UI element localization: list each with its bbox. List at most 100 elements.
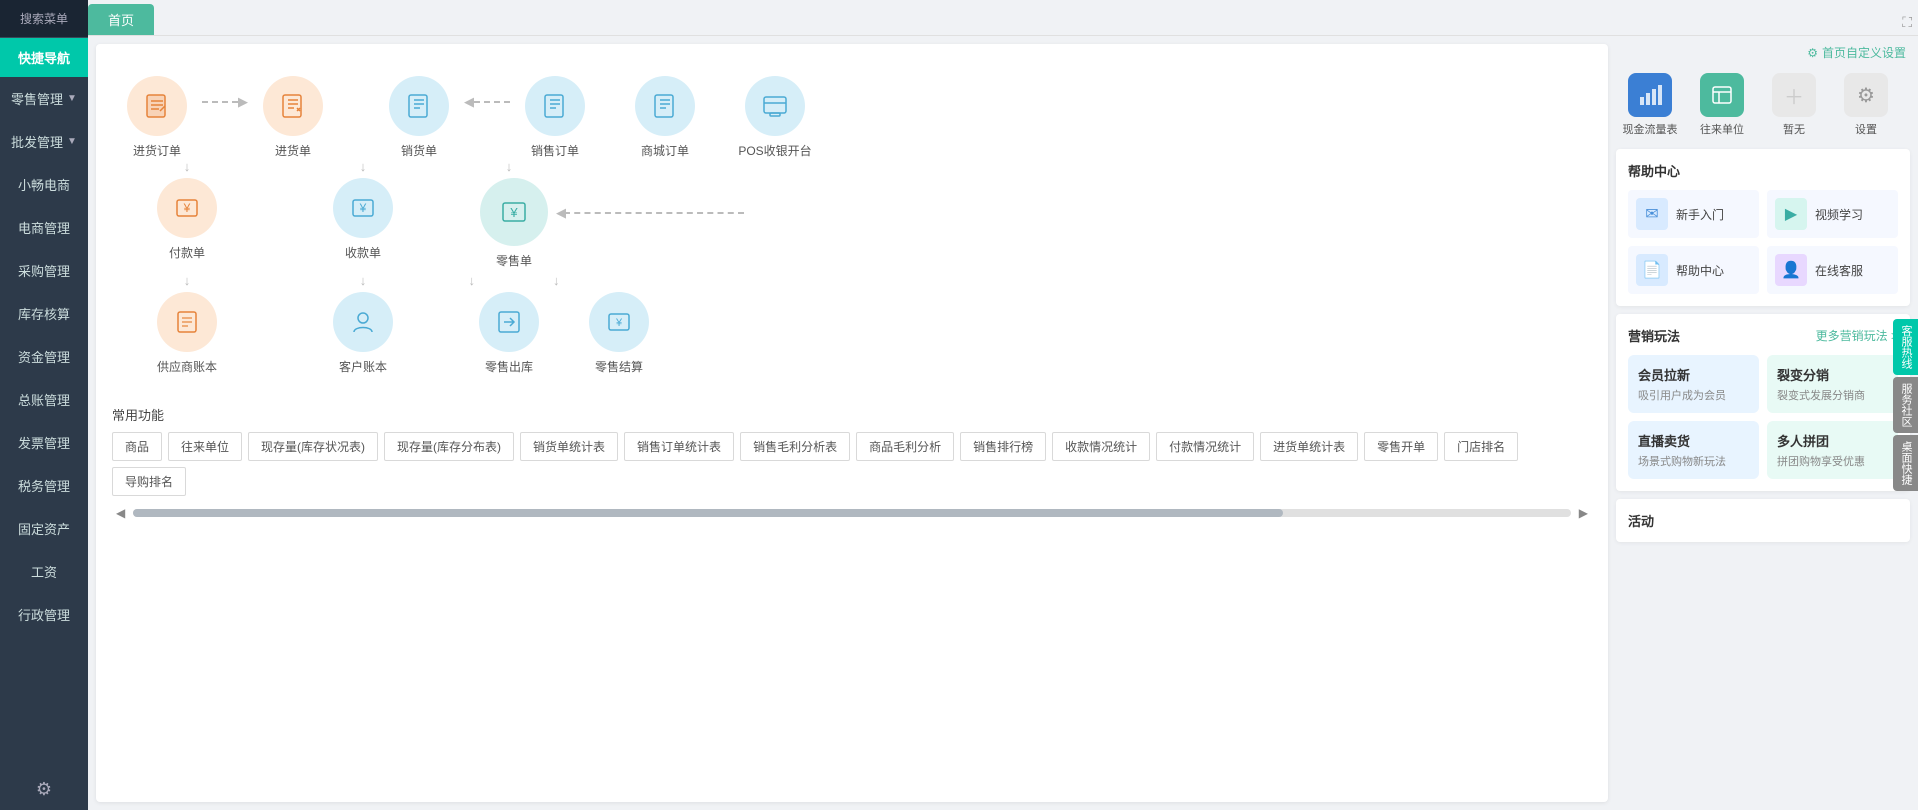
node-retail-bill[interactable]: ¥ 零售单 [464,178,564,269]
quick-icon-cashflow[interactable]: 现金流量表 [1620,73,1680,137]
node-mall-order[interactable]: 商城订单 [620,76,710,159]
func-btn-sales-stat[interactable]: 销货单统计表 [520,432,618,461]
scroll-thumb [133,509,1283,517]
sales-bill-icon [389,76,449,136]
svg-text:¥: ¥ [359,201,367,215]
right-panel: ⚙ 首页自定义设置 现金流量表 [1608,36,1918,810]
help-item-service[interactable]: 👤 在线客服 [1767,246,1898,294]
help-title: 帮助中心 [1628,161,1898,180]
sidebar-item-ecommerce[interactable]: 电商管理 [0,206,88,249]
sidebar-item-fixed-assets[interactable]: 固定资产 [0,507,88,550]
float-btn-desktop[interactable]: 桌面快捷 [1893,435,1918,491]
node-receipt[interactable]: ¥ 收款单 [318,178,408,261]
purchase-bill-icon [263,76,323,136]
node-pos[interactable]: POS收银开台 [730,76,820,159]
func-btn-inventory-status[interactable]: 现存量(库存状况表) [248,432,378,461]
sidebar-item-purchase[interactable]: 采购管理 [0,249,88,292]
help-grid: ✉ 新手入门 ▶ 视频学习 📄 帮助中心 👤 在线客服 [1628,190,1898,294]
svg-text:¥: ¥ [183,201,191,215]
marketing-more-link[interactable]: 更多营销玩法 > [1816,327,1898,344]
marketing-title: 营销玩法 [1628,326,1680,345]
chevron-down-icon: ▼ [67,93,77,104]
scroll-left-btn[interactable]: ◀ [112,506,129,520]
func-btn-retail-order[interactable]: 零售开单 [1364,432,1438,461]
sidebar-item-ledger[interactable]: 总账管理 [0,378,88,421]
func-btn-guide-rank[interactable]: 导购排名 [112,467,186,496]
arrow-po-pb: ▶ [202,94,248,110]
video-label: 视频学习 [1815,206,1863,223]
payment-icon: ¥ [157,178,217,238]
func-btn-sales-rank[interactable]: 销售排行榜 [960,432,1046,461]
scrollbar: ◀ ▶ [112,506,1592,520]
cashflow-label: 现金流量表 [1623,121,1678,137]
func-btn-purchase-stat[interactable]: 进货单统计表 [1260,432,1358,461]
func-btn-sales-gross[interactable]: 销售毛利分析表 [740,432,850,461]
mall-order-icon [635,76,695,136]
node-retail-settlement[interactable]: ¥ 零售结算 [574,292,664,375]
tab-home[interactable]: 首页 [88,4,154,35]
beginner-icon: ✉ [1636,198,1668,230]
marketing-item-member[interactable]: 会员拉新 吸引用户成为会员 [1628,355,1759,413]
member-sub: 吸引用户成为会员 [1638,387,1749,403]
func-btn-sales-order-stat[interactable]: 销售订单统计表 [624,432,734,461]
func-btn-partners[interactable]: 往来单位 [168,432,242,461]
func-btn-store-rank[interactable]: 门店排名 [1444,432,1518,461]
quick-icon-partners[interactable]: 往来单位 [1692,73,1752,137]
node-sales-order[interactable]: 销售订单 [510,76,600,159]
quick-icons-grid: 现金流量表 往来单位 ＋ 暂无 [1616,69,1910,141]
marketing-item-fission[interactable]: 裂变分销 裂变式发展分销商 [1767,355,1898,413]
node-retail-outbound[interactable]: 零售出库 [464,292,554,375]
node-sales-bill[interactable]: 销货单 [374,76,464,159]
node-customer-account[interactable]: 客户账本 [318,292,408,375]
purchase-order-label: 进货订单 [133,142,181,159]
expand-icon[interactable]: ⛶ [1902,14,1912,31]
scroll-right-btn[interactable]: ▶ [1575,506,1592,520]
quick-icon-settings[interactable]: ⚙ 设置 [1836,73,1896,137]
fission-title: 裂变分销 [1777,365,1888,384]
scroll-track[interactable] [133,509,1571,517]
sidebar-item-admin[interactable]: 行政管理 [0,593,88,636]
sidebar-item-inventory[interactable]: 库存核算 [0,292,88,335]
sidebar-item-ecommerce-small[interactable]: 小畅电商 [0,163,88,206]
sidebar-item-invoice[interactable]: 发票管理 [0,421,88,464]
sidebar-item-tax[interactable]: 税务管理 [0,464,88,507]
node-supplier-account[interactable]: 供应商账本 [142,292,232,375]
mall-order-label: 商城订单 [641,142,689,159]
node-payment[interactable]: ¥ 付款单 [142,178,232,261]
sidebar-item-retail[interactable]: 零售管理 ▼ [0,77,88,120]
sidebar-item-salary[interactable]: 工资 [0,550,88,593]
sidebar-search[interactable]: 搜索菜单 [0,0,88,38]
marketing-item-live[interactable]: 直播卖货 场景式购物新玩法 [1628,421,1759,479]
settings-icon2: ⚙ [1844,73,1888,117]
sidebar-item-finance[interactable]: 资金管理 [0,335,88,378]
payment-label: 付款单 [169,244,205,261]
sales-order-label: 销售订单 [531,142,579,159]
marketing-item-group[interactable]: 多人拼团 拼团购物享受优惠 [1767,421,1898,479]
retail-bill-label: 零售单 [496,252,532,269]
help-item-help[interactable]: 📄 帮助中心 [1628,246,1759,294]
func-btn-goods[interactable]: 商品 [112,432,162,461]
homepage-customize-link[interactable]: ⚙ 首页自定义设置 [1616,44,1910,61]
node-purchase-order[interactable]: 进货订单 [112,76,202,159]
common-functions-grid: 商品 往来单位 现存量(库存状况表) 现存量(库存分布表) 销货单统计表 销售订… [112,432,1592,496]
func-btn-goods-gross[interactable]: 商品毛利分析 [856,432,954,461]
node-purchase-bill[interactable]: 进货单 [248,76,338,159]
float-btn-community[interactable]: 服务社区 [1893,377,1918,433]
func-btn-inventory-dist[interactable]: 现存量(库存分布表) [384,432,514,461]
quick-icon-none[interactable]: ＋ 暂无 [1764,73,1824,137]
settings-icon[interactable]: ⚙ [0,769,88,810]
func-btn-payment-stat[interactable]: 付款情况统计 [1156,432,1254,461]
main-area: 首页 ⛶ [88,0,1918,810]
member-title: 会员拉新 [1638,365,1749,384]
sidebar-item-wholesale[interactable]: 批发管理 ▼ [0,120,88,163]
help-item-beginner[interactable]: ✉ 新手入门 [1628,190,1759,238]
sales-bill-label: 销货单 [401,142,437,159]
partners-label: 往来单位 [1700,121,1744,137]
func-btn-receipt-stat[interactable]: 收款情况统计 [1052,432,1150,461]
arrow-sb-so: ◀ [464,94,510,110]
service-label: 在线客服 [1815,262,1863,279]
float-btn-service[interactable]: 客服热线 [1893,319,1918,375]
activity-title: 活动 [1628,511,1898,530]
help-item-video[interactable]: ▶ 视频学习 [1767,190,1898,238]
marketing-grid: 会员拉新 吸引用户成为会员 裂变分销 裂变式发展分销商 直播卖货 场景式购物新玩… [1628,355,1898,479]
